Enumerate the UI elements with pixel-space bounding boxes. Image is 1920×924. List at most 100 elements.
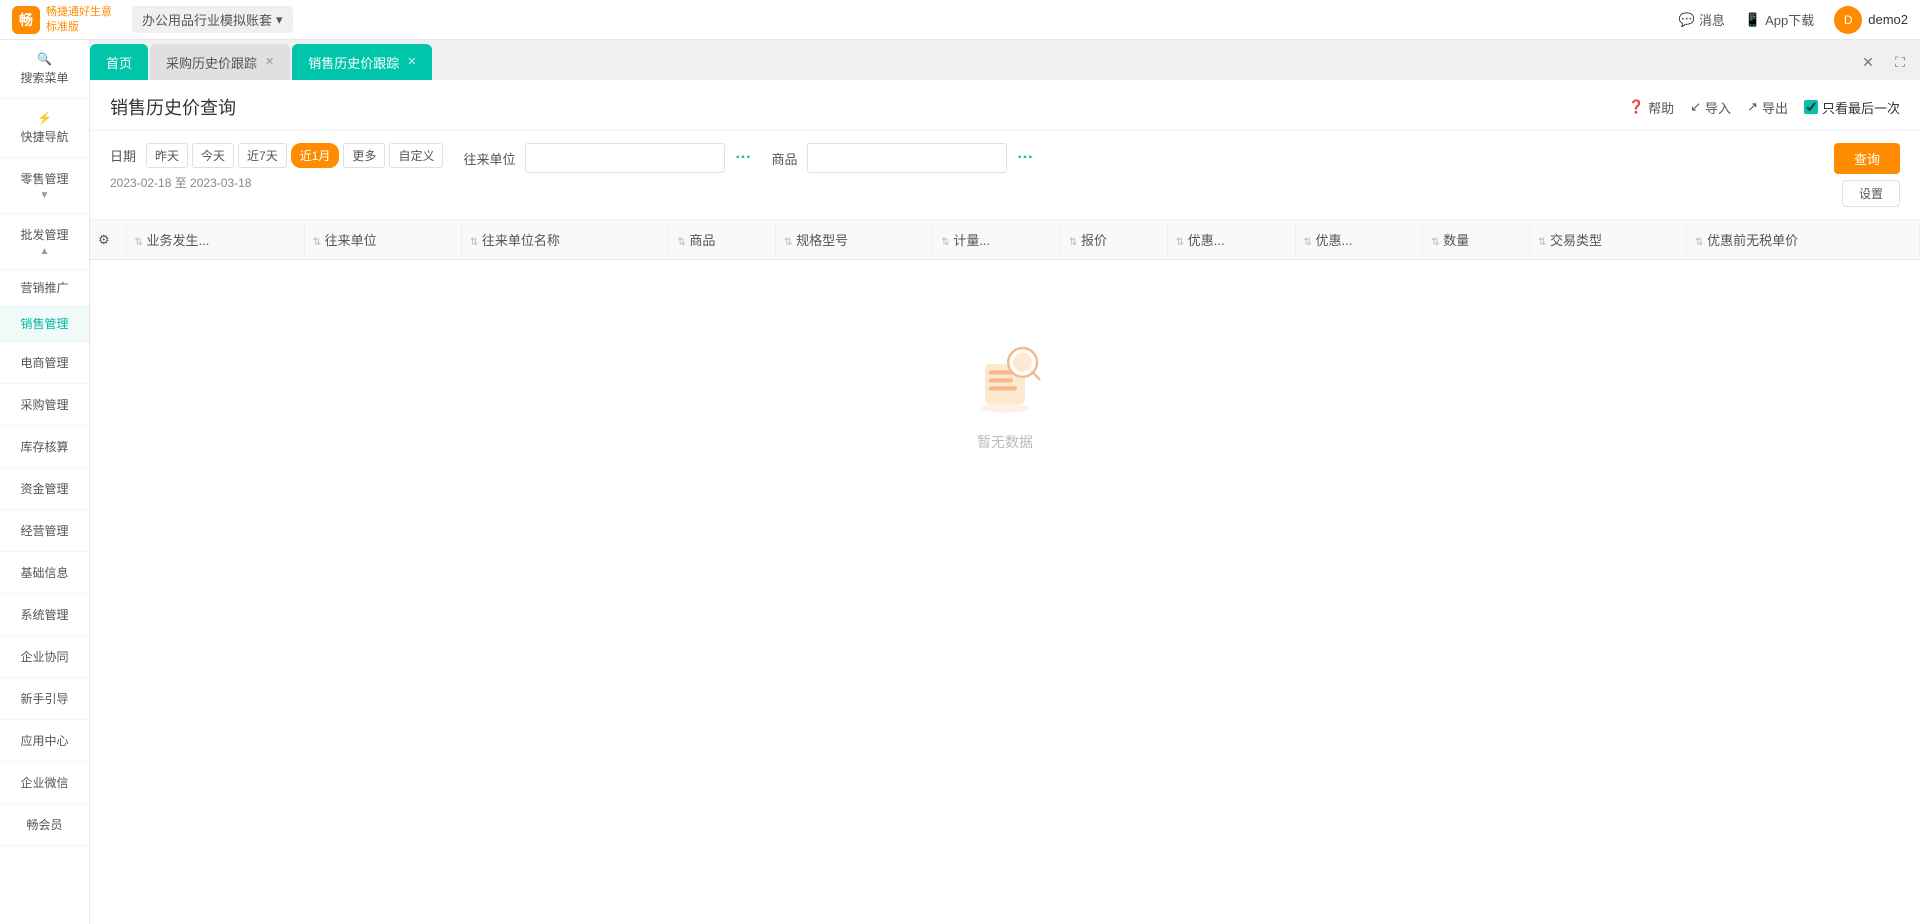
sidebar-item-quick-nav[interactable]: ⚡ 快捷导航 (0, 99, 89, 158)
tab-home[interactable]: 首页 (90, 44, 148, 80)
close-tab-purchase-icon[interactable]: ✕ (265, 57, 274, 68)
product-input[interactable] (807, 143, 1007, 173)
sort-icon: ⇅ (1069, 237, 1077, 248)
settings-button[interactable]: 设置 (1842, 180, 1900, 207)
nav-icon: ⚡ (37, 111, 52, 125)
th-unit[interactable]: ⇅ 计量... (933, 220, 1061, 260)
sidebar-item-guide[interactable]: 新手引导 (0, 678, 89, 720)
export-icon: ↗ (1747, 99, 1758, 115)
sidebar-item-system[interactable]: 系统管理 (0, 594, 89, 636)
sidebar-item-marketing[interactable]: 营销推广 (0, 270, 89, 306)
th-product[interactable]: ⇅ 商品 (669, 220, 776, 260)
export-action[interactable]: ↗ 导出 (1747, 98, 1788, 117)
import-icon: ↙ (1690, 99, 1701, 115)
app-selector[interactable]: 办公用品行业模拟账套 ▾ (132, 6, 293, 33)
sidebar: 🔍 搜索菜单 ⚡ 快捷导航 零售管理 ▼ 批发管理 ▲ 营销推广 销售管理 电商… (0, 40, 90, 924)
tab-sales-history[interactable]: 销售历史价跟踪 ✕ (292, 44, 432, 80)
empty-state: 暂无数据 (90, 260, 1920, 532)
date-buttons: 昨天 今天 近7天 近1月 更多 自定义 (146, 143, 443, 168)
filter-area: 日期 昨天 今天 近7天 近1月 更多 自定义 2023-02-18 至 202… (90, 131, 1920, 220)
date-btn-more[interactable]: 更多 (343, 143, 385, 168)
th-quantity[interactable]: ⇅ 数量 (1423, 220, 1530, 260)
sidebar-item-search-menu[interactable]: 🔍 搜索菜单 (0, 40, 89, 99)
help-icon: ❓ (1628, 99, 1644, 115)
filter-actions: 查询 设置 (1834, 143, 1900, 207)
main-layout: 🔍 搜索菜单 ⚡ 快捷导航 零售管理 ▼ 批发管理 ▲ 营销推广 销售管理 电商… (0, 40, 1920, 924)
th-biz-date[interactable]: ⇅ 业务发生... (126, 220, 304, 260)
product-filter-row: 商品 ··· (771, 143, 1033, 173)
th-discount1[interactable]: ⇅ 优惠... (1167, 220, 1295, 260)
partner-filter-row: 往来单位 ··· (463, 143, 751, 173)
date-btn-custom[interactable]: 自定义 (389, 143, 443, 168)
date-btn-yesterday[interactable]: 昨天 (146, 143, 188, 168)
page-actions: ❓ 帮助 ↙ 导入 ↗ 导出 只看最后一次 (1628, 98, 1900, 117)
sidebar-item-app-center[interactable]: 应用中心 (0, 720, 89, 762)
query-button[interactable]: 查询 (1834, 143, 1900, 174)
date-filter-row: 日期 昨天 今天 近7天 近1月 更多 自定义 (110, 143, 443, 168)
sidebar-item-enterprise[interactable]: 企业协同 (0, 636, 89, 678)
partner-input[interactable] (525, 143, 725, 173)
table-area: ⚙ ⇅ 业务发生... ⇅ 往来单位 ⇅ 往来单位名称 (90, 220, 1920, 532)
chevron-down-icon: ▼ (40, 190, 50, 201)
date-range-text: 2023-02-18 至 2023-03-18 (110, 174, 443, 191)
top-header: 畅 畅捷通好生意 标准版 办公用品行业模拟账套 ▾ 💬 消息 📱 App下载 D… (0, 0, 1920, 40)
sidebar-item-purchase[interactable]: 采购管理 (0, 384, 89, 426)
sort-icon: ⇅ (784, 237, 792, 248)
help-action[interactable]: ❓ 帮助 (1628, 98, 1674, 117)
content-area: 首页 采购历史价跟踪 ✕ 销售历史价跟踪 ✕ ✕ ⛶ 销售历史价查询 (90, 40, 1920, 924)
date-btn-last7[interactable]: 近7天 (238, 143, 287, 168)
sort-icon: ⇅ (1176, 237, 1184, 248)
logo-area: 畅 畅捷通好生意 标准版 (12, 5, 112, 34)
only-last-checkbox[interactable] (1804, 100, 1818, 114)
app-download-action[interactable]: 📱 App下载 (1745, 10, 1814, 29)
sidebar-item-basic-info[interactable]: 基础信息 (0, 552, 89, 594)
only-last-checkbox-label[interactable]: 只看最后一次 (1804, 98, 1900, 117)
sidebar-item-operations[interactable]: 经营管理 (0, 510, 89, 552)
th-partner-name[interactable]: ⇅ 往来单位名称 (461, 220, 669, 260)
logo-text: 畅捷通好生意 标准版 (46, 5, 112, 34)
sidebar-item-wholesale[interactable]: 批发管理 ▲ (0, 214, 89, 270)
sidebar-item-inventory[interactable]: 库存核算 (0, 426, 89, 468)
sidebar-item-ecommerce[interactable]: 电商管理 (0, 342, 89, 384)
th-partner-code[interactable]: ⇅ 往来单位 (304, 220, 461, 260)
th-discount2[interactable]: ⇅ 优惠... (1295, 220, 1423, 260)
date-btn-today[interactable]: 今天 (192, 143, 234, 168)
sort-icon: ⇅ (470, 237, 478, 248)
import-action[interactable]: ↙ 导入 (1690, 98, 1731, 117)
sort-icon: ⇅ (677, 237, 685, 248)
date-btn-last1m[interactable]: 近1月 (291, 143, 340, 168)
sidebar-item-sales-mgmt[interactable]: 销售管理 (0, 306, 89, 342)
product-dots[interactable]: ··· (1017, 149, 1033, 167)
maximize-button[interactable]: ⛶ (1888, 50, 1912, 74)
sort-icon: ⇅ (1695, 237, 1703, 248)
tab-bar: 首页 采购历史价跟踪 ✕ 销售历史价跟踪 ✕ ✕ ⛶ (90, 40, 1920, 80)
search-icon: 🔍 (37, 52, 52, 66)
partner-dots[interactable]: ··· (735, 149, 751, 167)
close-tab-sales-icon[interactable]: ✕ (407, 57, 416, 68)
th-trade-type[interactable]: ⇅ 交易类型 (1529, 220, 1686, 260)
header-right: 💬 消息 📱 App下载 D demo2 (1679, 6, 1908, 34)
page-header: 销售历史价查询 ❓ 帮助 ↙ 导入 ↗ 导出 (90, 80, 1920, 131)
logo-icon: 畅 (12, 6, 40, 34)
sidebar-item-retail[interactable]: 零售管理 ▼ (0, 158, 89, 214)
sidebar-item-membership[interactable]: 畅会员 (0, 804, 89, 846)
table-header: ⚙ ⇅ 业务发生... ⇅ 往来单位 ⇅ 往来单位名称 (90, 220, 1920, 260)
sidebar-item-wechat[interactable]: 企业微信 (0, 762, 89, 804)
sort-icon: ⇅ (1538, 237, 1546, 248)
data-table: ⚙ ⇅ 业务发生... ⇅ 往来单位 ⇅ 往来单位名称 (90, 220, 1920, 260)
tab-purchase-history[interactable]: 采购历史价跟踪 ✕ (150, 44, 290, 80)
empty-icon (965, 340, 1045, 420)
sort-icon: ⇅ (313, 237, 321, 248)
close-window-button[interactable]: ✕ (1856, 50, 1880, 74)
sort-icon: ⇅ (1431, 237, 1439, 248)
sidebar-item-finance[interactable]: 资金管理 (0, 468, 89, 510)
th-gear[interactable]: ⚙ (90, 220, 126, 260)
page-content: 销售历史价查询 ❓ 帮助 ↙ 导入 ↗ 导出 (90, 80, 1920, 924)
th-quote[interactable]: ⇅ 报价 (1061, 220, 1168, 260)
chevron-down-icon: ▾ (276, 12, 283, 28)
user-area[interactable]: D demo2 (1834, 6, 1908, 34)
th-pre-tax-price[interactable]: ⇅ 优惠前无税单价 (1687, 220, 1920, 260)
message-action[interactable]: 💬 消息 (1679, 10, 1725, 29)
tab-actions: ✕ ⛶ (1856, 44, 1920, 80)
th-spec[interactable]: ⇅ 规格型号 (776, 220, 933, 260)
